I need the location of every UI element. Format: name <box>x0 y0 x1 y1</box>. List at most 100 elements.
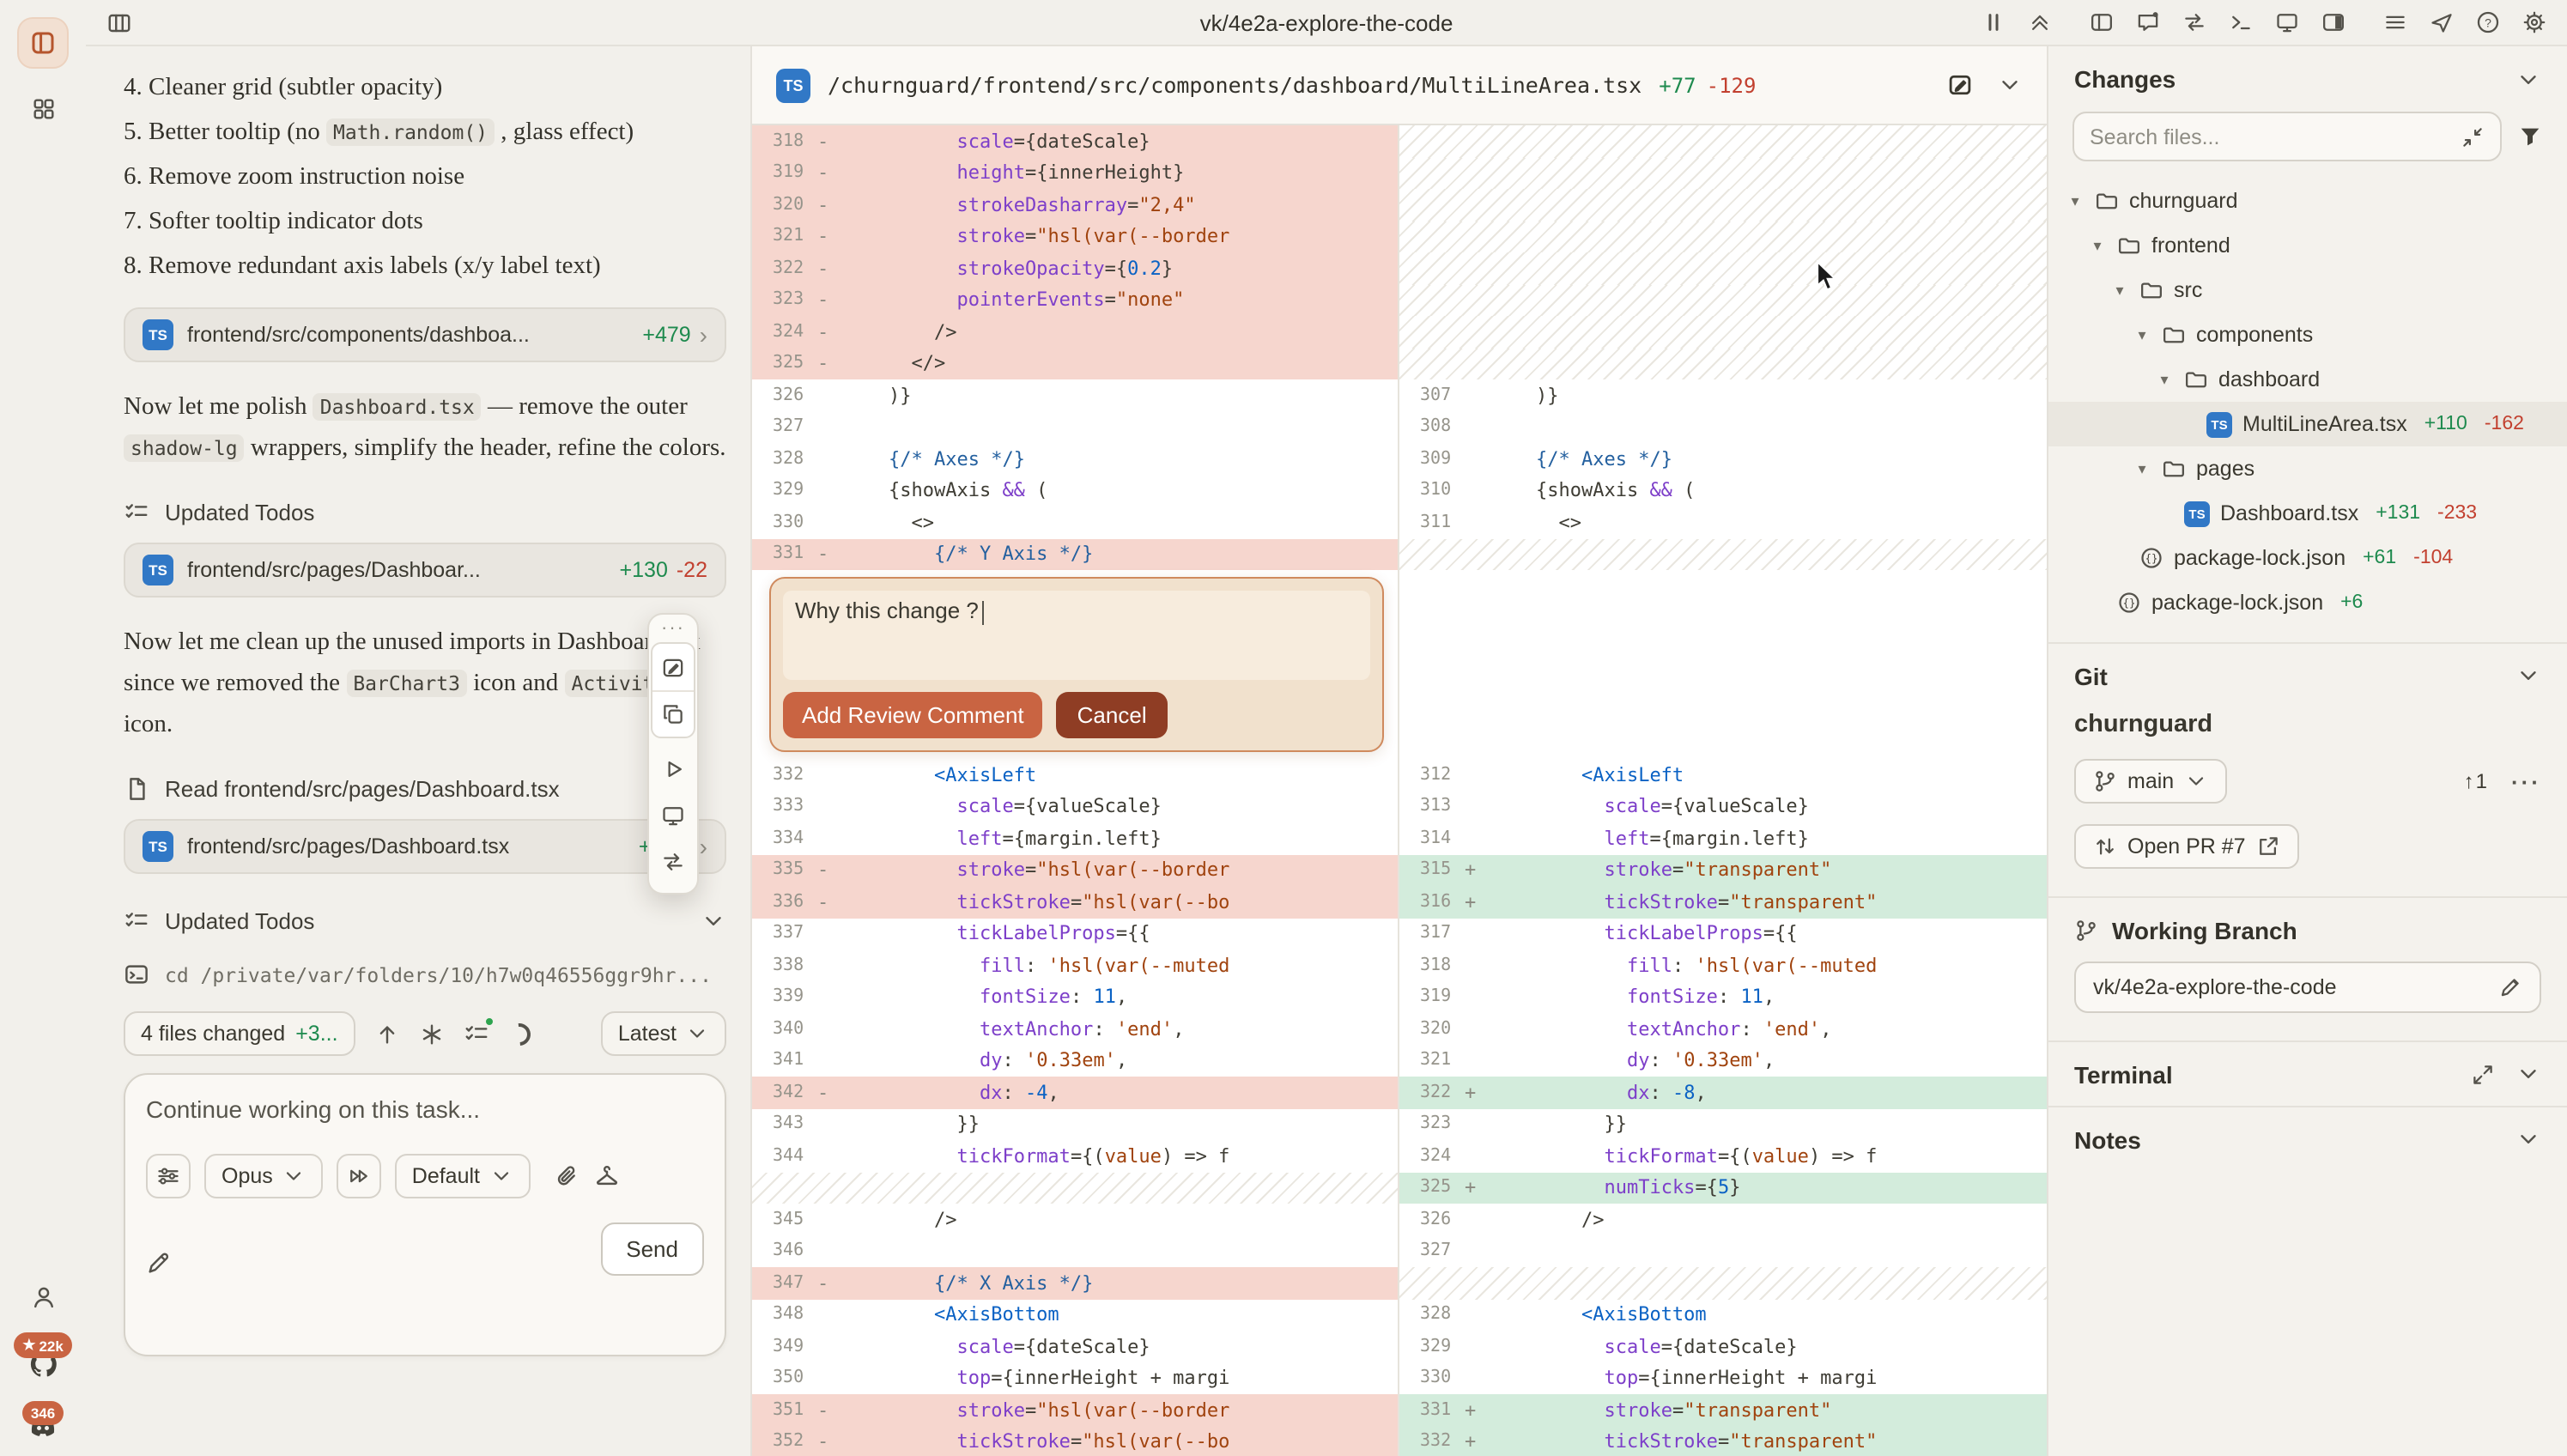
diff-line-left-343[interactable]: 343 }} <box>752 1108 1398 1140</box>
diff-line-left-321[interactable]: 321- stroke="hsl(var(--border <box>752 221 1398 252</box>
updated-todos-row[interactable]: Updated Todos <box>124 908 726 934</box>
diff-line-left-328[interactable]: 328 {/* Axes */} <box>752 443 1398 475</box>
diff-line-left-345[interactable]: 345 /> <box>752 1204 1398 1235</box>
tree-expand-icon[interactable]: ▾ <box>2066 191 2085 210</box>
diff-line-left-336[interactable]: 336- tickStroke="hsl(var(--bo <box>752 886 1398 918</box>
diff-line-right-308[interactable]: 308 <box>1399 411 2047 443</box>
terminal-panel-button[interactable] <box>2229 10 2253 34</box>
diff-line-right-309[interactable]: 309 {/* Axes */} <box>1399 443 2047 475</box>
settings-sliders-button[interactable] <box>146 1154 191 1198</box>
tree-expand-icon[interactable]: ▾ <box>2155 370 2174 389</box>
diff-line-left-339[interactable]: 339 fontSize: 11, <box>752 981 1398 1013</box>
tree-folder-pages[interactable]: ▾pages <box>2048 446 2567 491</box>
diff-line-right-321[interactable]: 321 dy: '0.33em', <box>1399 1045 2047 1077</box>
toggle-left-panel-button[interactable] <box>2090 10 2114 34</box>
tree-folder-src[interactable]: ▾src <box>2048 268 2567 312</box>
diff-line-right-312[interactable]: 312 <AxisLeft <box>1399 759 2047 791</box>
diff-line-left-338[interactable]: 338 fill: 'hsl(var(--muted <box>752 949 1398 981</box>
diff-line-right-317[interactable]: 317 tickLabelProps={{ <box>1399 918 2047 949</box>
read-file-row[interactable]: Read frontend/src/pages/Dashboard.tsx <box>124 776 726 802</box>
diff-line-right-326[interactable]: 326 /> <box>1399 1204 2047 1235</box>
account-button[interactable] <box>30 1284 56 1310</box>
collapse-diff-button[interactable] <box>1997 72 2023 98</box>
diff-line-left-331[interactable]: 331- {/* Y Axis */} <box>752 538 1398 570</box>
toggle-right-panel-button[interactable] <box>2321 10 2345 34</box>
collapse-tree-icon[interactable] <box>2461 124 2485 149</box>
diff-line-left-344[interactable]: 344 tickFormat={(value) => f <box>752 1140 1398 1172</box>
file-change-card[interactable]: TS frontend/src/pages/Dashboar... +130-2… <box>124 543 726 598</box>
add-review-comment-button[interactable]: Add Review Comment <box>783 692 1043 738</box>
diff-line-left-330[interactable]: 330 <> <box>752 507 1398 538</box>
model-dropdown[interactable]: Opus <box>204 1154 323 1198</box>
diff-panel-button[interactable] <box>2182 10 2206 34</box>
diff-line-left-332[interactable]: 332 <AxisLeft <box>752 759 1398 791</box>
diff-line-right-323[interactable]: 323 }} <box>1399 1108 2047 1140</box>
pencil-icon[interactable] <box>2498 975 2522 999</box>
tree-file-package-lock-json[interactable]: {}package-lock.json+6 <box>2048 580 2567 625</box>
diff-line-right-314[interactable]: 314 left={margin.left} <box>1399 822 2047 854</box>
mode-dropdown[interactable]: Default <box>395 1154 530 1198</box>
diff-line-right-324[interactable]: 324 tickFormat={(value) => f <box>1399 1140 2047 1172</box>
diff-line-left-325[interactable]: 325- </> <box>752 348 1398 379</box>
git-section-header[interactable]: Git <box>2048 642 2567 707</box>
annotate-view-button[interactable] <box>652 644 694 690</box>
diff-line-left-327[interactable]: 327 <box>752 411 1398 443</box>
diff-line-left-349[interactable]: 349 scale={dateScale} <box>752 1331 1398 1362</box>
preview-button[interactable] <box>652 792 694 838</box>
grid-view-button[interactable] <box>30 96 56 122</box>
diff-line-right-329[interactable]: 329 scale={dateScale} <box>1399 1331 2047 1362</box>
preview-button[interactable] <box>2275 10 2299 34</box>
diff-line-left-350[interactable]: 350 top={innerHeight + margi <box>752 1362 1398 1394</box>
working-branch-input[interactable]: vk/4e2a-explore-the-code <box>2074 962 2541 1013</box>
diff-line-right-327[interactable]: 327 <box>1399 1235 2047 1267</box>
diff-line-right-325[interactable]: 325+ numTicks={5} <box>1399 1172 2047 1204</box>
diff-line-left-346[interactable]: 346 <box>752 1235 1398 1267</box>
diff-line-left-326[interactable]: 326 )} <box>752 379 1398 411</box>
chat-panel-button[interactable] <box>2136 10 2160 34</box>
tree-folder-churnguard[interactable]: ▾churnguard <box>2048 179 2567 223</box>
more-options-button[interactable]: ··· <box>2511 768 2541 794</box>
diff-line-left-337[interactable]: 337 tickLabelProps={{ <box>752 918 1398 949</box>
updated-todos-row[interactable]: Updated Todos <box>124 500 726 525</box>
tree-expand-icon[interactable]: ▾ <box>2133 325 2151 344</box>
terminal-section-header[interactable]: Terminal <box>2048 1040 2567 1106</box>
diff-line-left-319[interactable]: 319- height={innerHeight} <box>752 157 1398 189</box>
changes-section-header[interactable]: Changes <box>2048 46 2567 112</box>
compare-button[interactable] <box>652 838 694 884</box>
diff-line-right-313[interactable]: 313 scale={valueScale} <box>1399 791 2047 822</box>
diff-line-left-352[interactable]: 352- tickStroke="hsl(var(--bo <box>752 1426 1398 1456</box>
diff-line-left-324[interactable]: 324- /> <box>752 316 1398 348</box>
open-pr-button[interactable]: Open PR #7 <box>2074 824 2299 869</box>
share-button[interactable] <box>2430 10 2454 34</box>
diff-line-left-342[interactable]: 342- dx: -4, <box>752 1077 1398 1108</box>
chevron-down-icon[interactable] <box>701 908 726 934</box>
workspace-toggle-button[interactable] <box>17 17 69 69</box>
collapse-all-button[interactable] <box>2028 10 2052 34</box>
annotate-button[interactable] <box>1947 72 1973 98</box>
diff-line-right-322[interactable]: 322+ dx: -8, <box>1399 1077 2047 1108</box>
diff-line-right-320[interactable]: 320 textAnchor: 'end', <box>1399 1013 2047 1045</box>
fast-forward-button[interactable] <box>337 1154 381 1198</box>
files-changed-chip[interactable]: 4 files changed +3... <box>124 1011 355 1056</box>
terminal-command-row[interactable]: cd /private/var/folders/10/h7w0q46556ggr… <box>124 962 726 987</box>
pen-icon[interactable] <box>146 1250 172 1276</box>
file-search-input[interactable]: Search files... <box>2072 112 2502 161</box>
tree-folder-components[interactable]: ▾components <box>2048 312 2567 357</box>
diff-line-left-322[interactable]: 322- strokeOpacity={0.2} <box>752 252 1398 284</box>
diff-line-right-311[interactable]: 311 <> <box>1399 507 2047 538</box>
diff-line-left-348[interactable]: 348 <AxisBottom <box>752 1299 1398 1331</box>
diff-line-right-319[interactable]: 319 fontSize: 11, <box>1399 981 2047 1013</box>
version-dropdown[interactable]: Latest <box>601 1011 726 1056</box>
diff-line-left-341[interactable]: 341 dy: '0.33em', <box>752 1045 1398 1077</box>
menu-button[interactable] <box>2383 10 2407 34</box>
columns-layout-button[interactable] <box>106 9 132 35</box>
diff-line-right-318[interactable]: 318 fill: 'hsl(var(--muted <box>1399 949 2047 981</box>
todo-status-button[interactable] <box>464 1021 489 1046</box>
diff-line-right-331[interactable]: 331+ stroke="transparent" <box>1399 1394 2047 1426</box>
diff-line-right-328[interactable]: 328 <AxisBottom <box>1399 1299 2047 1331</box>
diff-line-right-330[interactable]: 330 top={innerHeight + margi <box>1399 1362 2047 1394</box>
comment-input[interactable]: Why this change ? <box>783 591 1370 680</box>
settings-button[interactable] <box>2522 10 2546 34</box>
file-change-card[interactable]: TS frontend/src/pages/Dashboard.tsx +1-5… <box>124 819 726 874</box>
copy-button[interactable] <box>652 690 694 737</box>
